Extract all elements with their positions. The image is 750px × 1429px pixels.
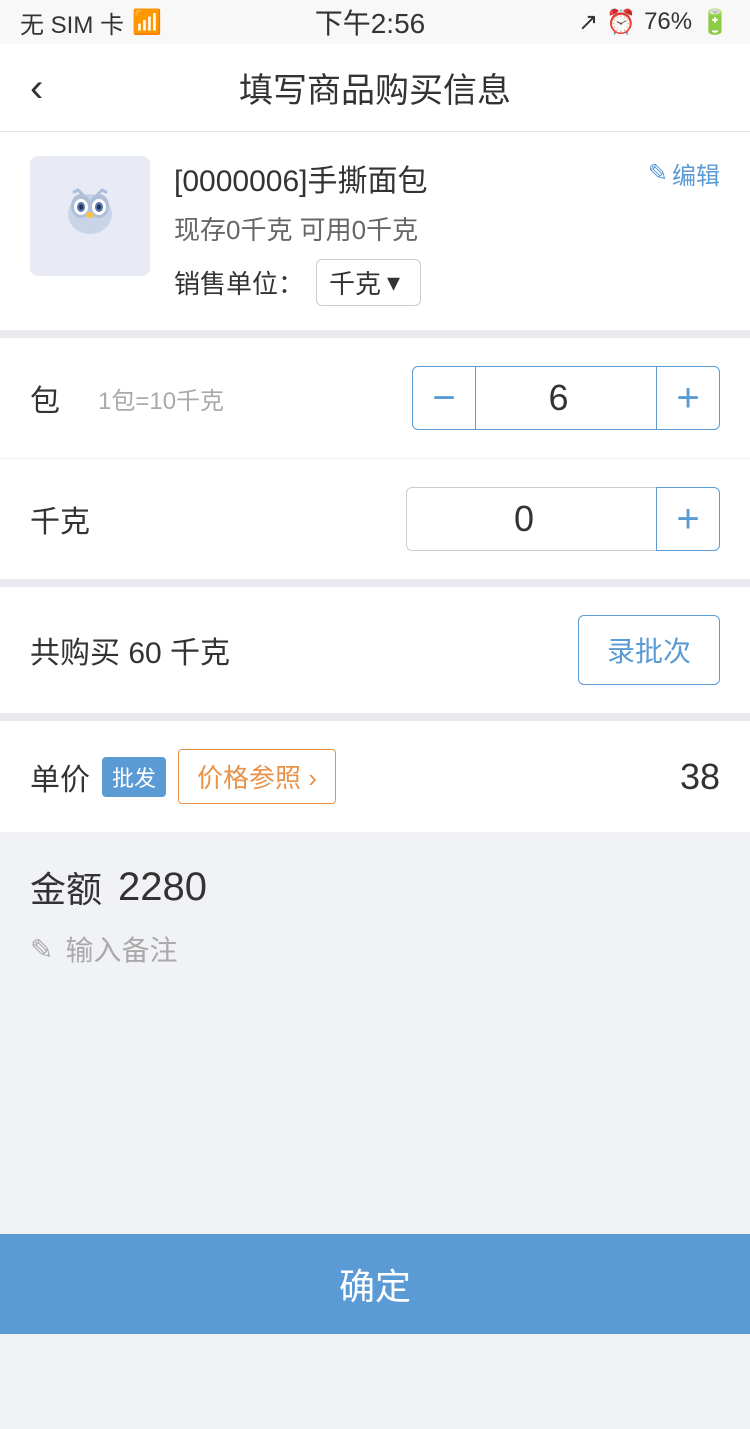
bao-qty-control: − + bbox=[412, 366, 720, 430]
product-unit-row: 销售单位： 千克 ▾ bbox=[174, 259, 720, 306]
bao-qty-row: 包 1包=10千克 − + bbox=[0, 338, 750, 459]
status-right: ↗ ⏰ 76% 🔋 bbox=[578, 8, 730, 37]
nav-bar: ‹ 填写商品购买信息 bbox=[0, 44, 750, 132]
price-left: 单价 批发 价格参照 › bbox=[30, 749, 336, 804]
bao-minus-button[interactable]: − bbox=[412, 366, 476, 430]
edit-icon: ✎ bbox=[648, 159, 668, 188]
total-row: 共购买 60 千克 录批次 bbox=[0, 587, 750, 721]
edit-button[interactable]: ✎ 编辑 bbox=[648, 156, 720, 191]
kg-label: 千克 bbox=[30, 497, 90, 541]
price-row: 单价 批发 价格参照 › 38 bbox=[30, 749, 720, 804]
price-value: 38 bbox=[680, 756, 720, 798]
product-logo-icon bbox=[60, 180, 120, 252]
product-code-name: [0000006]手撕面包 bbox=[174, 156, 427, 200]
confirm-button[interactable]: 确定 bbox=[0, 1234, 750, 1334]
wifi-icon: 📶 bbox=[132, 8, 162, 37]
bao-hint: 1包=10千克 bbox=[98, 381, 412, 416]
product-stock: 现存0千克 可用0千克 bbox=[174, 210, 720, 247]
page-title: 填写商品购买信息 bbox=[239, 63, 511, 112]
product-thumbnail bbox=[30, 156, 150, 276]
alarm-icon: ⏰ bbox=[606, 8, 636, 37]
dropdown-icon: ▾ bbox=[387, 267, 400, 298]
battery-text: 76% bbox=[644, 8, 692, 36]
price-tag-badge: 批发 bbox=[102, 757, 166, 797]
amount-label: 金额 bbox=[30, 861, 102, 913]
bao-plus-button[interactable]: + bbox=[656, 366, 720, 430]
price-ref-button[interactable]: 价格参照 › bbox=[178, 749, 336, 804]
record-batch-button[interactable]: 录批次 bbox=[578, 615, 720, 685]
sim-wifi-text: 无 SIM 卡 bbox=[20, 5, 124, 40]
kg-qty-control: + bbox=[406, 487, 720, 551]
amount-section: 金额 2280 ✎ 输入备注 bbox=[0, 833, 750, 989]
total-label: 共购买 60 千克 bbox=[30, 628, 230, 672]
product-card: [0000006]手撕面包 ✎ 编辑 现存0千克 可用0千克 销售单位： 千克 … bbox=[0, 132, 750, 338]
status-bar: 无 SIM 卡 📶 下午2:56 ↗ ⏰ 76% 🔋 bbox=[0, 0, 750, 44]
unit-select[interactable]: 千克 ▾ bbox=[316, 259, 421, 306]
price-section: 单价 批发 价格参照 › 38 bbox=[0, 721, 750, 833]
note-placeholder[interactable]: 输入备注 bbox=[65, 929, 177, 969]
location-icon: ↗ bbox=[578, 8, 598, 37]
note-row[interactable]: ✎ 输入备注 bbox=[30, 929, 720, 969]
product-header: [0000006]手撕面包 ✎ 编辑 bbox=[174, 156, 720, 200]
amount-value: 2280 bbox=[118, 865, 207, 910]
battery-icon: 🔋 bbox=[700, 8, 730, 37]
status-time: 下午2:56 bbox=[315, 2, 426, 42]
kg-qty-row: 千克 + bbox=[0, 459, 750, 587]
kg-qty-input[interactable] bbox=[406, 487, 656, 551]
pencil-icon: ✎ bbox=[30, 933, 53, 966]
bao-qty-input[interactable] bbox=[476, 366, 656, 430]
price-label: 单价 bbox=[30, 755, 90, 799]
bao-label: 包 bbox=[30, 376, 90, 420]
kg-plus-button[interactable]: + bbox=[656, 487, 720, 551]
product-info: [0000006]手撕面包 ✎ 编辑 现存0千克 可用0千克 销售单位： 千克 … bbox=[174, 156, 720, 306]
status-left: 无 SIM 卡 📶 bbox=[20, 5, 162, 40]
unit-label-text: 销售单位： bbox=[174, 264, 304, 301]
back-button[interactable]: ‹ bbox=[30, 68, 43, 108]
amount-row: 金额 2280 bbox=[30, 861, 720, 913]
